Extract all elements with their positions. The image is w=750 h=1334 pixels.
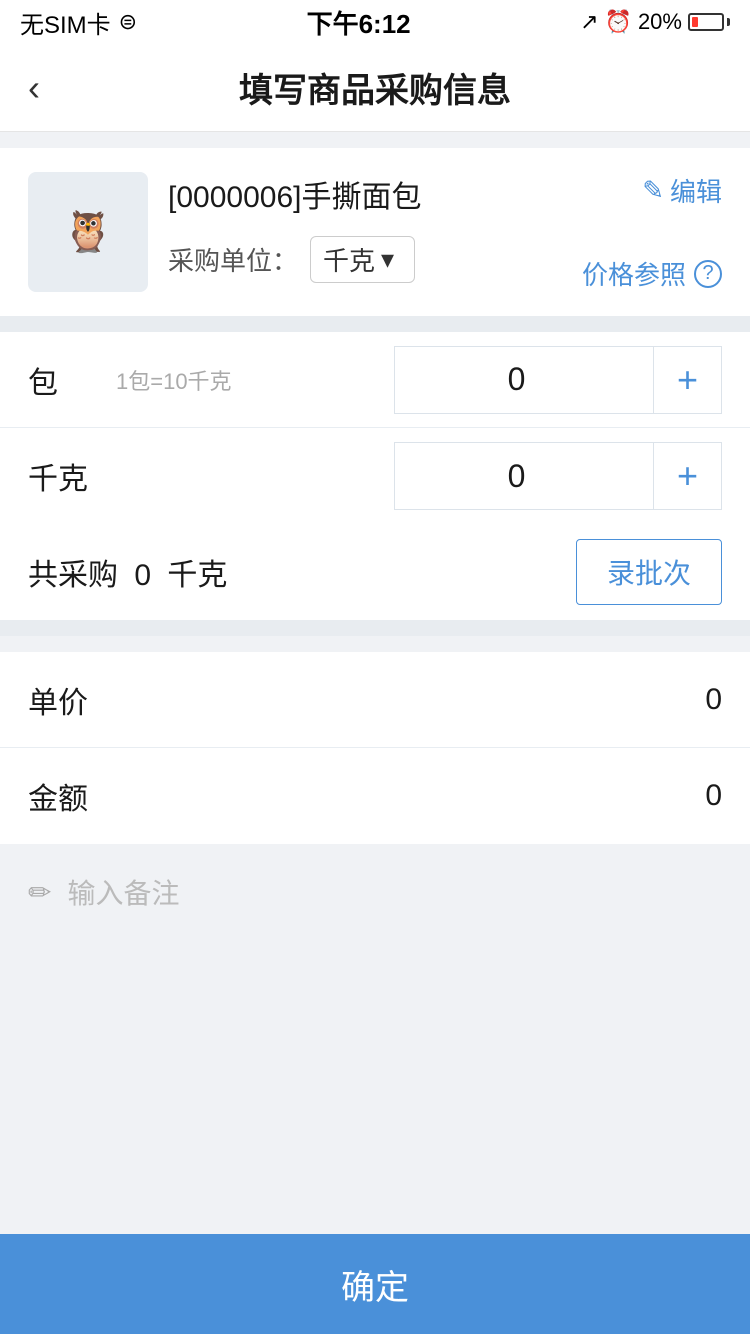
unit-price-row: 单价 0 (0, 652, 750, 748)
location-icon: ↗ (580, 9, 598, 35)
edit-label: 编辑 (670, 172, 722, 209)
wifi-icon: ⊜ (119, 9, 137, 35)
section-divider-1 (0, 316, 750, 332)
unit-value: 千克 (323, 241, 375, 278)
input-section: 包 1包=10千克 + 千克 + (0, 332, 750, 524)
product-logo-icon: 🦉 (63, 212, 113, 252)
page-title: 填写商品采购信息 (239, 63, 511, 112)
status-left: 无SIM卡 ⊜ (20, 5, 137, 40)
bao-input-row: 包 1包=10千克 + (0, 332, 750, 428)
bao-label: 包 (28, 358, 108, 402)
notes-section[interactable]: ✏ 输入备注 (0, 844, 750, 1044)
status-time: 下午6:12 (307, 4, 411, 41)
dropdown-arrow-icon: ▾ (381, 244, 394, 275)
section-divider-2 (0, 620, 750, 636)
status-bar: 无SIM卡 ⊜ 下午6:12 ↗ ⏰ 20% (0, 0, 750, 44)
alarm-icon: ⏰ (605, 9, 632, 35)
summary-suffix: 千克 (167, 559, 227, 592)
help-icon: ? (694, 260, 722, 288)
qianke-label: 千克 (28, 454, 108, 498)
qianke-input-right: + (394, 442, 722, 510)
amount-value: 0 (705, 779, 722, 813)
summary-text: 共采购 0 千克 (28, 550, 227, 594)
qianke-plus-button[interactable]: + (654, 442, 722, 510)
summary-prefix: 共采购 (28, 559, 118, 592)
product-image: 🦉 (28, 172, 148, 292)
confirm-button[interactable]: 确定 (0, 1234, 750, 1334)
unit-label: 采购单位： (168, 241, 298, 278)
bottom-spacer (0, 1044, 750, 1244)
product-card: 🦉 [0000006]手撕面包 采购单位： 千克 ▾ ✎ 编辑 价格参照 ? (0, 148, 750, 316)
batch-button[interactable]: 录批次 (576, 539, 722, 605)
notes-placeholder: 输入备注 (67, 872, 179, 912)
carrier-label: 无SIM卡 (20, 5, 111, 40)
price-ref-label: 价格参照 (582, 255, 686, 292)
unit-select[interactable]: 千克 ▾ (310, 236, 415, 283)
bao-input-right: + (394, 346, 722, 414)
qianke-input-row: 千克 + (0, 428, 750, 524)
price-section: 单价 0 金额 0 (0, 652, 750, 844)
back-button[interactable]: ‹ (28, 67, 40, 109)
nav-bar: ‹ 填写商品采购信息 (0, 44, 750, 132)
summary-value: 0 (134, 559, 151, 592)
summary-row: 共采购 0 千克 录批次 (0, 524, 750, 620)
amount-label: 金额 (28, 774, 88, 818)
unit-price-value: 0 (705, 683, 722, 717)
bao-quantity-input[interactable] (394, 346, 654, 414)
edit-icon: ✎ (642, 175, 664, 206)
bao-sublabel: 1包=10千克 (116, 364, 232, 396)
product-name: [0000006]手撕面包 (168, 172, 722, 216)
battery-percent: 20% (638, 9, 682, 35)
battery-indicator (688, 13, 730, 31)
bao-plus-button[interactable]: + (654, 346, 722, 414)
pencil-icon: ✏ (28, 876, 51, 909)
edit-button[interactable]: ✎ 编辑 (642, 172, 722, 209)
price-reference-button[interactable]: 价格参照 ? (582, 255, 722, 292)
status-right: ↗ ⏰ 20% (580, 9, 730, 35)
qianke-quantity-input[interactable] (394, 442, 654, 510)
amount-row: 金额 0 (0, 748, 750, 844)
unit-price-label: 单价 (28, 678, 88, 722)
